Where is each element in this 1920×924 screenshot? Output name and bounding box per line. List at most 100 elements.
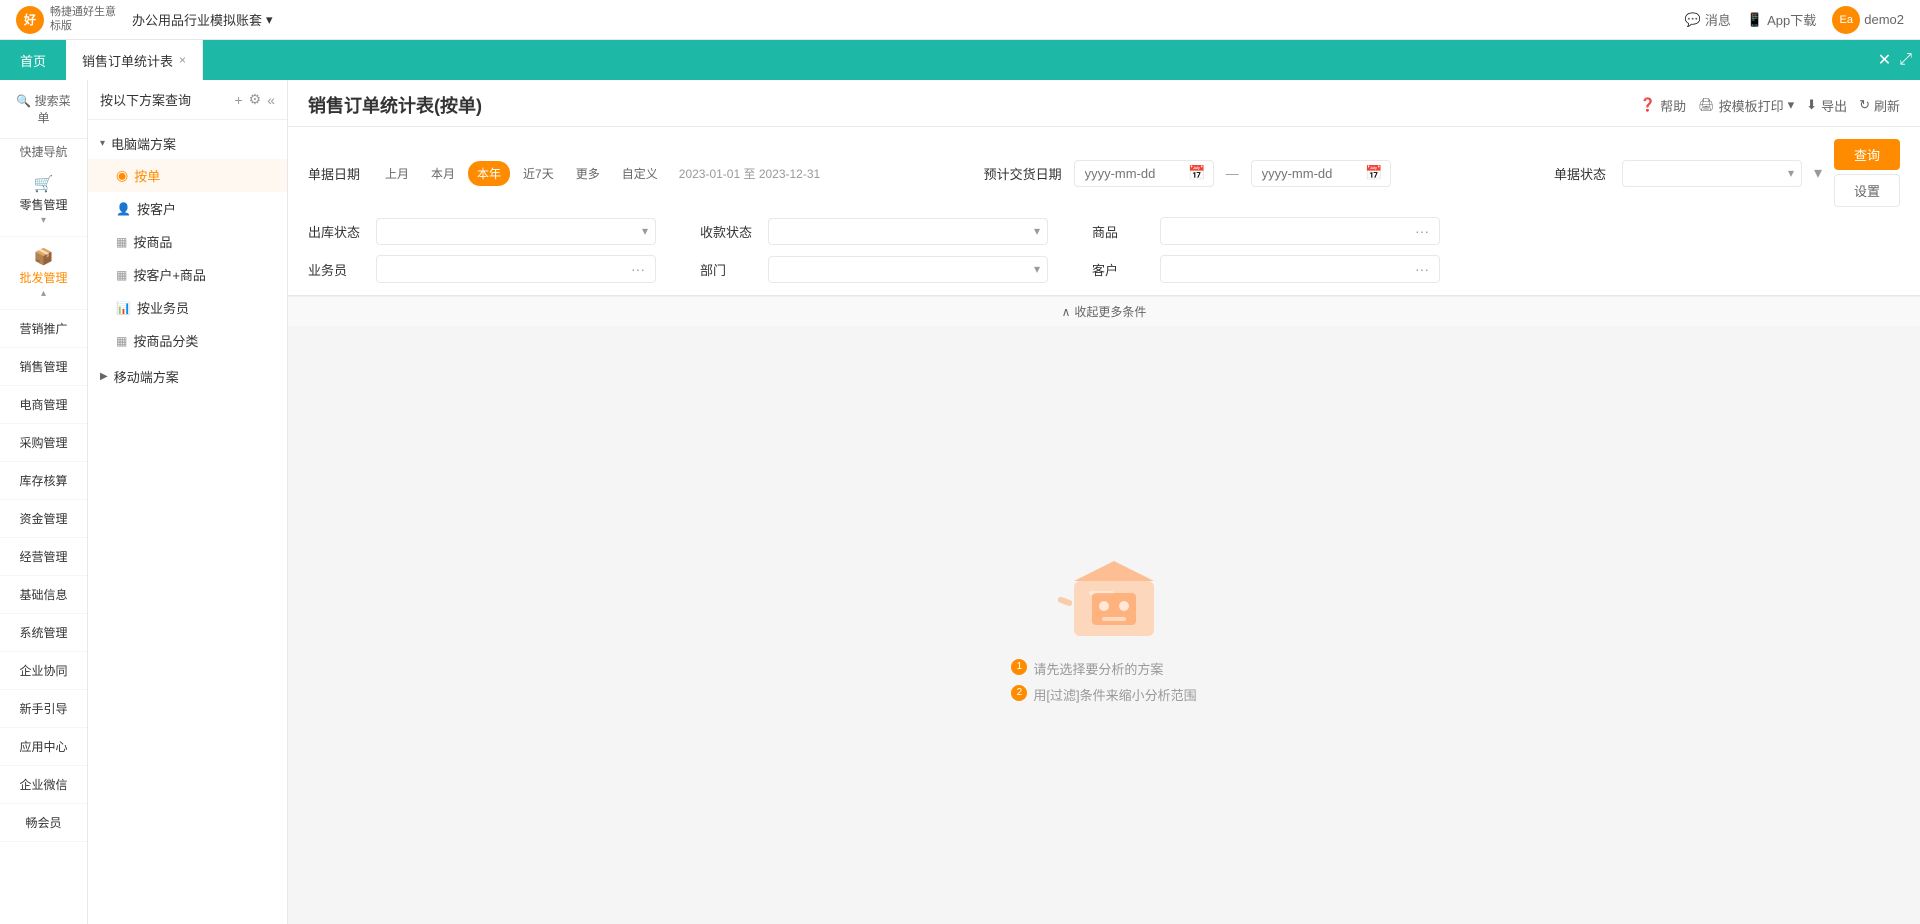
- sidebar-item-basics[interactable]: 基础信息: [0, 576, 87, 614]
- custom-date-btn[interactable]: 自定义: [613, 161, 667, 186]
- help-button[interactable]: ❓ 帮助: [1640, 96, 1686, 115]
- sidebar-item-app-center[interactable]: 应用中心: [0, 728, 87, 766]
- sidebar-item-marketing[interactable]: 营销推广: [0, 310, 87, 348]
- empty-svg: [1054, 541, 1174, 641]
- expected-date-start-input[interactable]: [1074, 160, 1214, 187]
- scheme-item-by-customer-product[interactable]: ▦ 按客户+商品: [88, 258, 287, 291]
- scheme-item-by-product[interactable]: ▦ 按商品: [88, 225, 287, 258]
- app-download-button[interactable]: 📱 App下载: [1747, 10, 1816, 29]
- product-select-button[interactable]: ···: [1415, 223, 1429, 239]
- scheme-item-by-customer[interactable]: 👤 按客户: [88, 192, 287, 225]
- sidebar-search: 🔍 搜索菜单: [0, 80, 87, 139]
- app-selector[interactable]: 办公用品行业模拟账套 ▾: [124, 6, 281, 33]
- scheme-group-mobile: ▶ 移动端方案: [88, 361, 287, 392]
- sidebar-item-inventory[interactable]: 库存核算: [0, 462, 87, 500]
- collapse-icon: ∧: [1062, 305, 1071, 319]
- collapse-scheme-button[interactable]: «: [267, 92, 275, 108]
- delivery-status-label: 出库状态: [308, 222, 364, 241]
- scheme-group-pc-header[interactable]: ▾ 电脑端方案: [88, 128, 287, 159]
- sidebar-item-enterprise-wechat[interactable]: 企业微信: [0, 766, 87, 804]
- message-icon: 💬: [1685, 12, 1701, 28]
- this-year-btn[interactable]: 本年: [468, 161, 510, 186]
- expected-date-end-input[interactable]: [1251, 160, 1391, 187]
- last-month-btn[interactable]: 上月: [376, 161, 418, 186]
- order-status-wrap: [1622, 160, 1802, 187]
- expected-date-label: 预计交货日期: [984, 164, 1062, 183]
- category-icon: ▦: [116, 334, 127, 348]
- sidebar-item-finance[interactable]: 资金管理: [0, 500, 87, 538]
- close-icon[interactable]: ×: [179, 53, 186, 67]
- scheme-panel: 按以下方案查询 + ⚙ « ▾ 电脑端方案 ◉: [88, 80, 288, 924]
- window-close-icon[interactable]: ✕: [1878, 50, 1891, 70]
- search-menu-button[interactable]: 🔍 搜索菜单: [8, 88, 79, 130]
- query-button[interactable]: 查询: [1834, 139, 1900, 170]
- tab-sales-order-stats[interactable]: 销售订单统计表 ×: [66, 40, 203, 80]
- scheme-panel-tools: + ⚙ «: [234, 91, 275, 108]
- collapse-button[interactable]: ∧ 收起更多条件: [288, 296, 1920, 326]
- add-scheme-button[interactable]: +: [234, 92, 242, 108]
- salesperson-label: 业务员: [308, 260, 364, 279]
- delivery-status-select[interactable]: [376, 218, 656, 245]
- expected-date-end-wrap: 📅: [1251, 160, 1391, 187]
- payment-status-select[interactable]: [768, 218, 1048, 245]
- this-month-btn[interactable]: 本月: [422, 161, 464, 186]
- order-status-select[interactable]: [1622, 160, 1802, 187]
- window-maximize-icon[interactable]: ⤢: [1899, 51, 1912, 69]
- scheme-item-by-salesperson[interactable]: 📊 按业务员: [88, 291, 287, 324]
- settings-scheme-button[interactable]: ⚙: [249, 91, 262, 108]
- grid-icon: ▦: [116, 235, 127, 249]
- salesperson-select-button[interactable]: ···: [631, 261, 645, 277]
- scheme-group-mobile-header[interactable]: ▶ 移动端方案: [88, 361, 287, 392]
- logo-area: 好 畅捷通好生意 标版: [16, 6, 116, 34]
- chevron-right-icon: ▶: [100, 371, 108, 382]
- date-separator: —: [1226, 166, 1239, 181]
- filter-area: 单据日期 上月 本月 本年 近7天 更多 自定义 2023-01-01 至 20…: [288, 127, 1920, 296]
- payment-status-wrap: [768, 218, 1048, 245]
- chevron-down-icon: ▾: [266, 12, 273, 28]
- order-status-label: 单据状态: [1554, 164, 1610, 183]
- scheme-item-by-product-category[interactable]: ▦ 按商品分类: [88, 324, 287, 357]
- help-icon: ❓: [1640, 97, 1656, 113]
- filter-row-1: 单据日期 上月 本月 本年 近7天 更多 自定义 2023-01-01 至 20…: [308, 139, 1900, 207]
- order-status-dropdown-icon[interactable]: ▾: [1814, 163, 1822, 183]
- scheme-item-by-order[interactable]: ◉ 按单: [88, 159, 287, 192]
- department-select[interactable]: [768, 256, 1048, 283]
- quick-nav-button[interactable]: 快捷导航: [0, 139, 87, 164]
- filter-section: 单据日期 上月 本月 本年 近7天 更多 自定义 2023-01-01 至 20…: [288, 127, 1920, 326]
- sidebar: 🔍 搜索菜单 快捷导航 🛒 零售管理 ▾ 📦 批发管理 ▴ 营销推广 销售管理 …: [0, 80, 88, 924]
- message-button[interactable]: 💬 消息: [1685, 10, 1731, 29]
- sidebar-item-guide[interactable]: 新手引导: [0, 690, 87, 728]
- date-buttons: 上月 本月 本年 近7天 更多 自定义: [376, 161, 667, 186]
- expected-date-start-wrap: 📅: [1074, 160, 1214, 187]
- export-button[interactable]: ⬇ 导出: [1806, 96, 1847, 115]
- more-date-btn[interactable]: 更多: [567, 161, 609, 186]
- sidebar-item-operation[interactable]: 经营管理: [0, 538, 87, 576]
- sidebar-item-enterprise[interactable]: 企业协同: [0, 652, 87, 690]
- chevron-up-icon: ▴: [41, 288, 46, 299]
- last-7-days-btn[interactable]: 近7天: [514, 161, 563, 186]
- retail-icon: 🛒: [34, 174, 54, 194]
- tab-controls: ✕ ⤢: [1870, 50, 1920, 70]
- right-content: 销售订单统计表(按单) ❓ 帮助 🖨 按模板打印 ▾ ⬇ 导出: [288, 80, 1920, 924]
- sidebar-item-system[interactable]: 系统管理: [0, 614, 87, 652]
- sidebar-item-retail[interactable]: 🛒 零售管理 ▾: [0, 164, 87, 237]
- scheme-list: ▾ 电脑端方案 ◉ 按单 👤 按客户 ▦: [88, 120, 287, 924]
- logo-text: 畅捷通好生意 标版: [50, 6, 116, 32]
- sidebar-item-purchase[interactable]: 采购管理: [0, 424, 87, 462]
- empty-illustration: [1054, 541, 1154, 641]
- date-range-text: 2023-01-01 至 2023-12-31: [679, 165, 820, 182]
- sidebar-item-sales[interactable]: 销售管理: [0, 348, 87, 386]
- refresh-button[interactable]: ↻ 刷新: [1859, 96, 1900, 115]
- avatar: Ea: [1832, 6, 1860, 34]
- sidebar-item-ecommerce[interactable]: 电商管理: [0, 386, 87, 424]
- settings-button[interactable]: 设置: [1834, 174, 1900, 207]
- sidebar-item-wholesale[interactable]: 📦 批发管理 ▴: [0, 237, 87, 310]
- customer-select-button[interactable]: ···: [1415, 261, 1429, 277]
- tip-num-2: 2: [1011, 685, 1027, 701]
- user-area[interactable]: Ea demo2: [1832, 6, 1904, 34]
- tab-home[interactable]: 首页: [0, 40, 66, 80]
- scheme-group-pc-items: ◉ 按单 👤 按客户 ▦ 按商品 ▦ 按客户+: [88, 159, 287, 357]
- print-template-button[interactable]: 🖨 按模板打印 ▾: [1698, 96, 1794, 115]
- sidebar-item-member[interactable]: 畅会员: [0, 804, 87, 842]
- filter-row-3: 业务员 ··· 部门 客户: [308, 255, 1900, 283]
